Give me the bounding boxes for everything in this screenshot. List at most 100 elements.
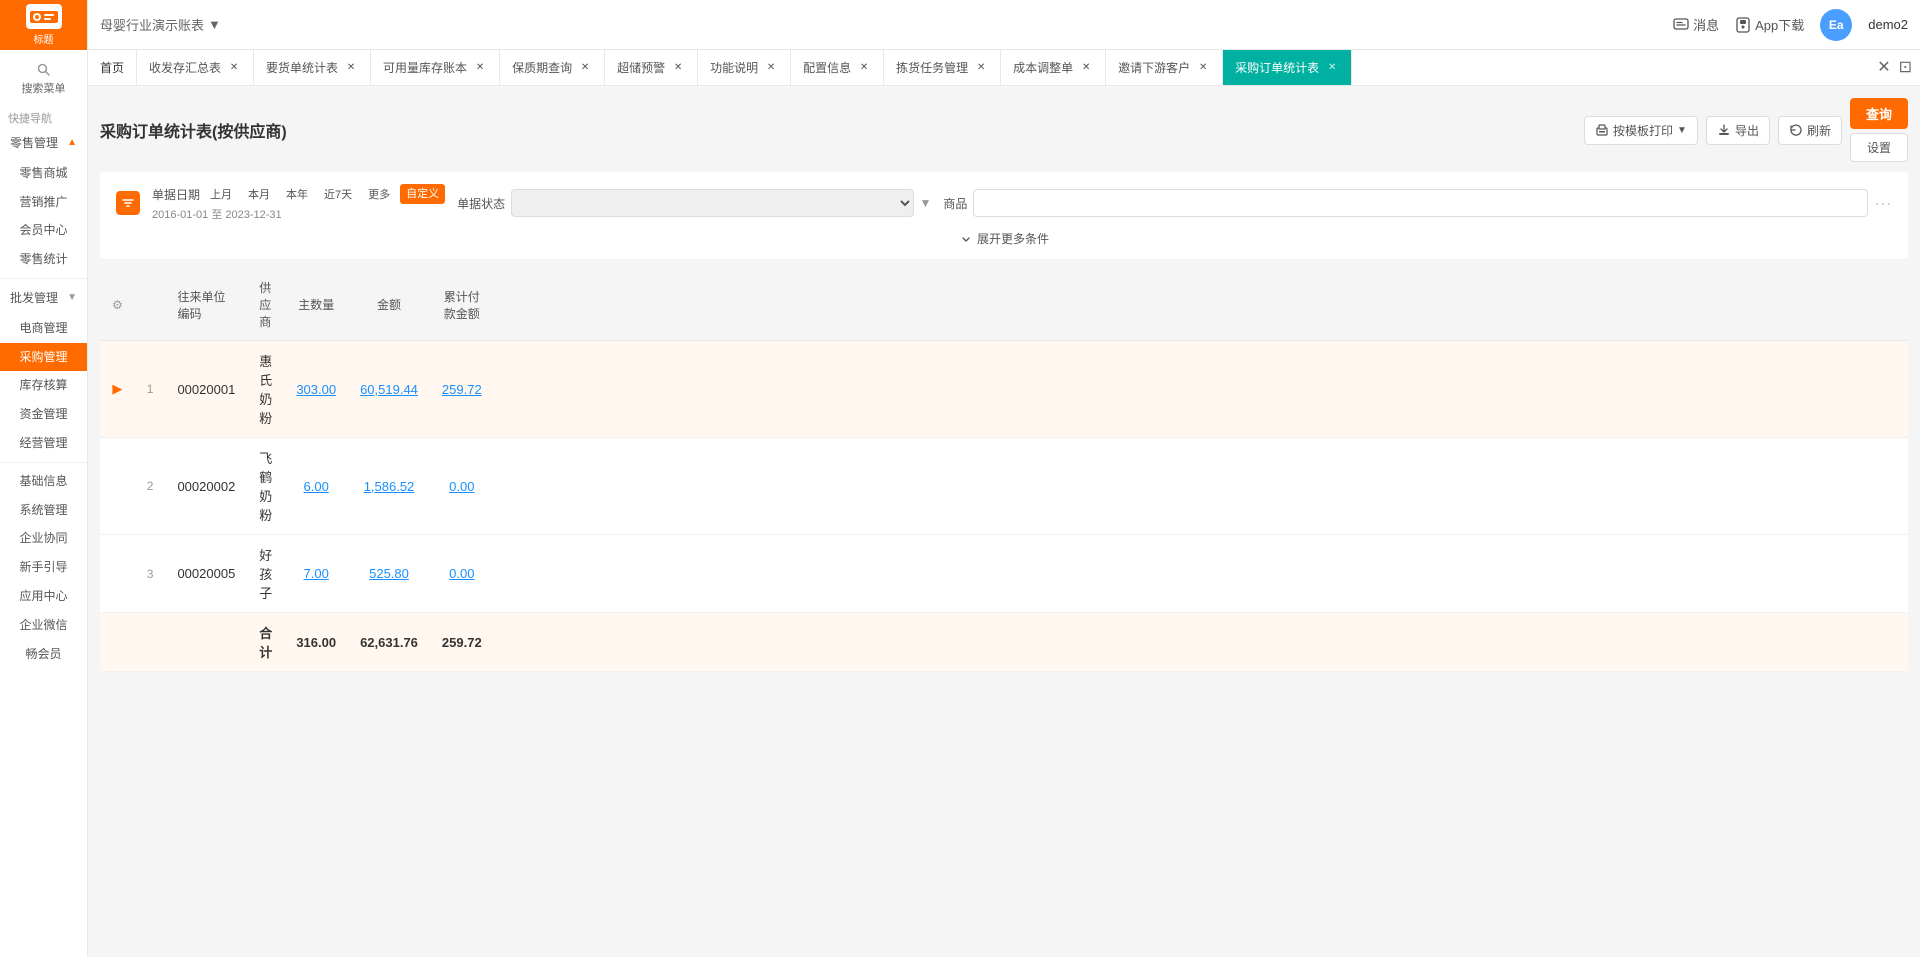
row-amount[interactable]: 1,586.52 [348, 438, 430, 535]
print-dropdown-icon: ▼ [1677, 125, 1687, 136]
sidebar-item-corp-wechat[interactable]: 企业微信 [0, 611, 87, 640]
row-main-qty[interactable]: 6.00 [284, 438, 348, 535]
status-select[interactable] [511, 189, 913, 217]
row-unit-code: 00020002 [165, 438, 247, 535]
sidebar-item-vip[interactable]: 畅会员 [0, 640, 87, 669]
tab-picking-task[interactable]: 拣货任务管理 ✕ [884, 50, 1001, 86]
tab-close-icon[interactable]: ✕ [764, 61, 778, 75]
filter-row-1: 单据日期 上月 本月 本年 近7天 更多 自定义 2016-01-01 至 20… [116, 184, 1892, 222]
tab-config-info[interactable]: 配置信息 ✕ [791, 50, 884, 86]
tab-available-stock[interactable]: 可用量库存账本 ✕ [371, 50, 500, 86]
search-menu-button[interactable]: 搜索菜单 [6, 58, 81, 100]
row-expand [100, 535, 135, 613]
tab-close-icon[interactable]: ✕ [578, 61, 592, 75]
date-btn-this-year[interactable]: 本年 [280, 184, 314, 204]
tab-close-icon[interactable]: ✕ [227, 61, 241, 75]
row-expand-icon[interactable]: ▶ [112, 381, 122, 396]
row-main-qty[interactable]: 7.00 [284, 535, 348, 613]
tab-close-icon[interactable]: ✕ [1325, 61, 1339, 75]
th-supplier: 供应商 [247, 269, 284, 341]
sidebar-item-retail-mgmt[interactable]: 零售管理 ▲ [0, 128, 87, 159]
sidebar-item-corp-collab[interactable]: 企业协同 [0, 524, 87, 553]
tab-home[interactable]: 首页 [88, 50, 137, 86]
avatar[interactable]: Ea [1820, 9, 1852, 41]
tab-order-stats[interactable]: 要货单统计表 ✕ [254, 50, 371, 86]
sidebar-item-basic-info[interactable]: 基础信息 [0, 467, 87, 496]
date-btn-last-month[interactable]: 上月 [204, 184, 238, 204]
date-btn-more[interactable]: 更多 [362, 184, 396, 204]
expand-more-label: 展开更多条件 [977, 230, 1049, 247]
tab-close-icon[interactable]: ✕ [857, 61, 871, 75]
row-unit-code: 00020001 [165, 341, 247, 438]
goods-label: 商品 [943, 195, 967, 212]
export-button[interactable]: 导出 [1706, 116, 1770, 145]
query-button[interactable]: 查询 [1850, 98, 1908, 129]
print-button[interactable]: 按模板打印 ▼ [1584, 116, 1698, 145]
tab-overstock-warning[interactable]: 超储预警 ✕ [605, 50, 698, 86]
sidebar-item-label: 零售统计 [19, 251, 67, 268]
tab-shelf-life[interactable]: 保质期查询 ✕ [500, 50, 605, 86]
row-extra [494, 438, 1908, 535]
tab-function-desc[interactable]: 功能说明 ✕ [698, 50, 791, 86]
goods-input[interactable] [973, 189, 1868, 217]
row-paid-amount[interactable]: 0.00 [430, 535, 494, 613]
app-download-label: App下载 [1755, 15, 1804, 34]
sidebar-item-label: 系统管理 [19, 502, 67, 519]
close-tab-button[interactable]: ✕ [1877, 60, 1890, 76]
row-amount[interactable]: 525.80 [348, 535, 430, 613]
account-dropdown[interactable]: 母婴行业演示账表 ▼ [100, 15, 221, 34]
tab-label: 首页 [100, 59, 124, 76]
tab-invite-downstream[interactable]: 邀请下游客户 ✕ [1106, 50, 1223, 86]
tab-cost-adjust[interactable]: 成本调整单 ✕ [1001, 50, 1106, 86]
tab-close-icon[interactable]: ✕ [473, 61, 487, 75]
query-label: 查询 [1866, 107, 1892, 122]
sidebar-item-inventory[interactable]: 库存核算 [0, 371, 87, 400]
settings-button[interactable]: 设置 [1850, 133, 1908, 162]
sidebar-item-app-center[interactable]: 应用中心 [0, 582, 87, 611]
row-expand[interactable]: ▶ [100, 341, 135, 438]
footer-amount: 62,631.76 [348, 613, 430, 672]
date-btn-last-7-days[interactable]: 近7天 [318, 184, 358, 204]
row-index: 2 [135, 438, 166, 535]
tab-close-icon[interactable]: ✕ [1196, 61, 1210, 75]
app-download-button[interactable]: App下载 [1735, 15, 1804, 34]
tabs-bar: 首页 收发存汇总表 ✕ 要货单统计表 ✕ 可用量库存账本 ✕ 保质期查询 ✕ 超… [88, 50, 1920, 86]
tab-collection-summary[interactable]: 收发存汇总表 ✕ [137, 50, 254, 86]
tab-close-icon[interactable]: ✕ [671, 61, 685, 75]
row-main-qty[interactable]: 303.00 [284, 341, 348, 438]
sidebar-item-sys-mgmt[interactable]: 系统管理 [0, 496, 87, 525]
divider-1 [0, 278, 87, 279]
column-settings-icon[interactable]: ⚙ [112, 298, 123, 312]
sidebar-item-ecommerce[interactable]: 电商管理 [0, 314, 87, 343]
sidebar-item-marketing[interactable]: 营销推广 [0, 188, 87, 217]
status-filter: 单据状态 ▼ [457, 189, 931, 217]
date-btn-this-month[interactable]: 本月 [242, 184, 276, 204]
sidebar-item-member-center[interactable]: 会员中心 [0, 216, 87, 245]
sidebar-item-purchase-mgmt[interactable]: 采购管理 [0, 343, 87, 372]
row-index: 3 [135, 535, 166, 613]
sidebar-item-retail-mall[interactable]: 零售商城 [0, 159, 87, 188]
sidebar-item-retail-stats[interactable]: 零售统计 [0, 245, 87, 274]
message-button[interactable]: 消息 [1673, 15, 1719, 34]
tab-label: 超储预警 [617, 59, 665, 76]
sidebar-item-ops-mgmt[interactable]: 经营管理 [0, 429, 87, 458]
row-paid-amount[interactable]: 259.72 [430, 341, 494, 438]
expand-more-button[interactable]: 展开更多条件 [959, 230, 1049, 247]
sidebar-item-batch-mgmt[interactable]: 批发管理 ▼ [0, 283, 87, 314]
maximize-button[interactable]: ⊡ [1899, 60, 1912, 76]
date-custom-badge[interactable]: 自定义 [400, 184, 445, 204]
tab-purchase-order-stats[interactable]: 采购订单统计表 ✕ [1223, 50, 1352, 86]
row-unit-code: 00020005 [165, 535, 247, 613]
row-amount[interactable]: 60,519.44 [348, 341, 430, 438]
sidebar-item-new-guide[interactable]: 新手引导 [0, 553, 87, 582]
tab-close-icon[interactable]: ✕ [974, 61, 988, 75]
sidebar-item-finance[interactable]: 资金管理 [0, 400, 87, 429]
refresh-button[interactable]: 刷新 [1778, 116, 1842, 145]
goods-input-more-icon[interactable]: ··· [1874, 193, 1892, 214]
filter-toggle-button[interactable] [116, 191, 140, 215]
tab-close-icon[interactable]: ✕ [344, 61, 358, 75]
tab-close-icon[interactable]: ✕ [1079, 61, 1093, 75]
expand-more-row: 展开更多条件 [116, 230, 1892, 247]
row-paid-amount[interactable]: 0.00 [430, 438, 494, 535]
filter-card: 单据日期 上月 本月 本年 近7天 更多 自定义 2016-01-01 至 20… [100, 172, 1908, 259]
